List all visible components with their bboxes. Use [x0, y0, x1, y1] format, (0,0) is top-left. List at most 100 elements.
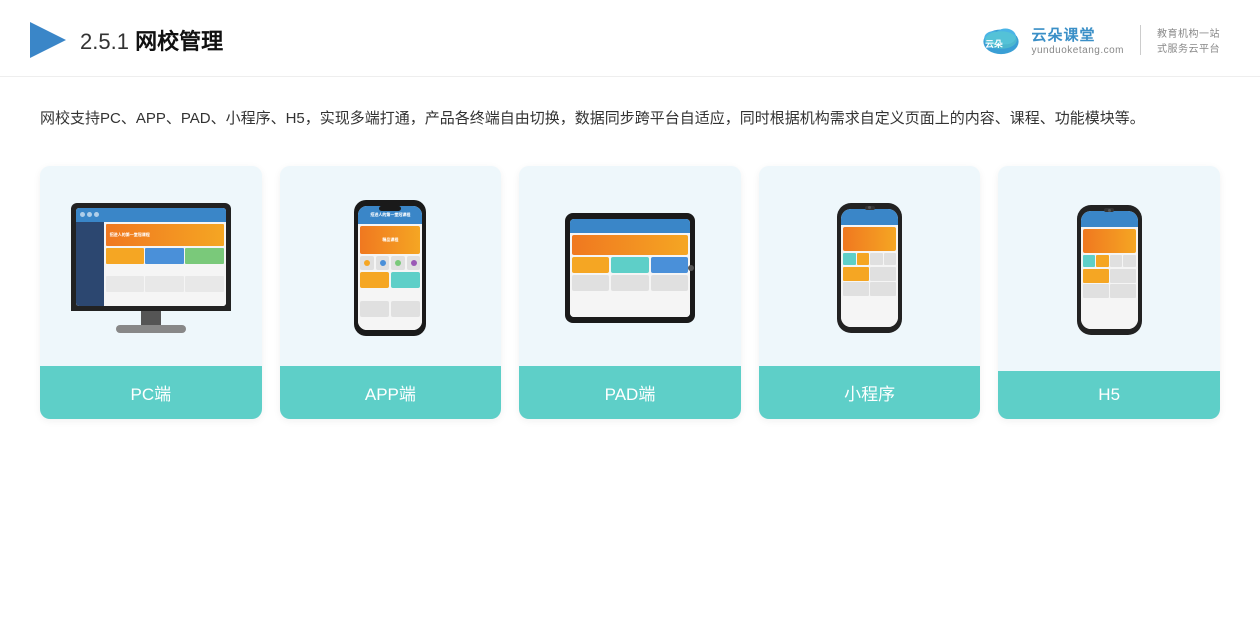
logo-icon: 云朵: [979, 18, 1023, 62]
ps-h5-icon-4: [1123, 255, 1136, 267]
ps-h5-card-3: [1083, 284, 1109, 298]
header-left: 2.5.1 网校管理: [30, 22, 223, 58]
h5-label: H5: [998, 371, 1220, 419]
app-image-area: 招进人的第一堂冠课程 精品课程: [280, 166, 502, 366]
monitor-card-1: [106, 248, 145, 264]
header: 2.5.1 网校管理 云朵 云朵课堂 yunduoketang.com 教育机构…: [0, 0, 1260, 77]
device-card-pad: PAD端: [519, 166, 741, 419]
ps-card-4: [870, 282, 896, 296]
monitor-screen: 招进人的第一堂冠课程: [76, 208, 226, 306]
phone-header-text-app: 招进人的第一堂冠课程: [370, 212, 410, 218]
ps-h5-icon-1: [1083, 255, 1096, 267]
phone-icons-app: [360, 256, 420, 270]
phone-body-content-app: 精品课程: [358, 224, 422, 330]
logo-tagline: 教育机构一站 式服务云平台: [1157, 25, 1220, 55]
tablet-item-3: [651, 257, 688, 273]
section-number: 2.5.1: [80, 29, 129, 54]
phone-notch-app: [379, 206, 401, 211]
tablet-item-4: [572, 275, 609, 291]
logo-area: 云朵 云朵课堂 yunduoketang.com 教育机构一站 式服务云平台: [979, 18, 1220, 62]
monitor-mockup: 招进人的第一堂冠课程: [71, 203, 231, 333]
phone-header-h5: [1081, 211, 1138, 227]
monitor-screen-top: [76, 208, 226, 222]
logo-url: yunduoketang.com: [1031, 45, 1124, 56]
phone-card-2: [391, 272, 420, 288]
pc-image-area: 招进人的第一堂冠课程: [40, 166, 262, 366]
description-text: 网校支持PC、APP、PAD、小程序、H5，实现多端打通，产品各终端自由切换，数…: [40, 105, 1220, 134]
tablet-body: [565, 213, 695, 323]
logo-text: 云朵课堂 yunduoketang.com: [1031, 24, 1124, 56]
phone-card-1: [360, 272, 389, 288]
phone-icon-2: [376, 256, 390, 270]
logo-divider: [1140, 25, 1141, 55]
phone-header-mini: [841, 209, 898, 225]
camera-dot-h5: [1108, 209, 1111, 212]
pad-label: PAD端: [519, 366, 741, 419]
tablet-item-6: [651, 275, 688, 291]
device-card-h5: H5: [998, 166, 1220, 419]
page-title: 2.5.1 网校管理: [80, 24, 223, 56]
ps-h5-icon-3: [1110, 255, 1123, 267]
main-content: 网校支持PC、APP、PAD、小程序、H5，实现多端打通，产品各终端自由切换，数…: [0, 77, 1260, 443]
phone-icon-1: [360, 256, 374, 270]
phone-banner-app: 精品课程: [360, 226, 420, 254]
phone-content-mini: [841, 225, 898, 327]
phone-card-4: [391, 301, 420, 317]
tablet-item-5: [611, 275, 648, 291]
page-container: 2.5.1 网校管理 云朵 云朵课堂 yunduoketang.com 教育机构…: [0, 0, 1260, 630]
app-label: APP端: [280, 366, 502, 419]
tablet-screen: [570, 219, 690, 317]
tagline-2: 式服务云平台: [1157, 40, 1220, 55]
phone-icon-4: [407, 256, 421, 270]
monitor-main: 招进人的第一堂冠课程: [104, 222, 226, 306]
brand-triangle-icon: [30, 22, 66, 58]
monitor-banner-text: 招进人的第一堂冠课程: [110, 232, 150, 238]
phone-mockup-app: 招进人的第一堂冠课程 精品课程: [354, 200, 426, 336]
device-card-pc: 招进人的第一堂冠课程: [40, 166, 262, 419]
ps-h5-card-1: [1083, 269, 1109, 283]
tablet-header: [570, 219, 690, 233]
monitor-base: [116, 325, 186, 333]
ps-banner-mini: [843, 227, 896, 251]
ps-card-2: [870, 267, 896, 281]
monitor-card-4: [106, 276, 145, 292]
logo-name: 云朵课堂: [1031, 24, 1095, 45]
ps-icon-2: [857, 253, 870, 265]
ps-icon-3: [870, 253, 883, 265]
ps-icons-h5: [1083, 255, 1136, 267]
monitor-card-5: [145, 276, 184, 292]
monitor-content: 招进人的第一堂冠课程: [76, 222, 226, 306]
device-card-miniapp: 小程序: [759, 166, 981, 419]
monitor-cards: [106, 248, 224, 304]
tablet-body-content: [570, 233, 690, 317]
tablet-item-2: [611, 257, 648, 273]
monitor-card-6: [185, 276, 224, 292]
ps-h5-card-2: [1110, 269, 1136, 283]
ps-cards-mini: [843, 267, 896, 296]
ps-banner-h5: [1083, 229, 1136, 253]
device-cards-row: 招进人的第一堂冠课程: [40, 166, 1220, 419]
section-title: 网校管理: [135, 29, 223, 54]
phone-icon-3: [391, 256, 405, 270]
miniapp-label: 小程序: [759, 366, 981, 419]
device-card-app: 招进人的第一堂冠课程 精品课程: [280, 166, 502, 419]
ps-icon-1: [843, 253, 856, 265]
phone-screen-app: 招进人的第一堂冠课程 精品课程: [358, 206, 422, 330]
monitor-banner: 招进人的第一堂冠课程: [106, 224, 224, 246]
tablet-grid: [572, 257, 688, 291]
ps-card-3: [843, 282, 869, 296]
phone-body-mini: [837, 203, 902, 333]
pad-image-area: [519, 166, 741, 366]
phone-screen-mini: [841, 209, 898, 327]
phone-mockup-h5: [1077, 205, 1142, 335]
tablet-mockup: [565, 213, 695, 323]
phone-body-h5: [1077, 205, 1142, 335]
tablet-home: [688, 265, 694, 271]
ps-card-1: [843, 267, 869, 281]
monitor-body: 招进人的第一堂冠课程: [71, 203, 231, 311]
svg-text:云朵: 云朵: [986, 39, 1004, 49]
ps-h5-icon-2: [1096, 255, 1109, 267]
phone-content-h5: [1081, 227, 1138, 329]
phone-mockup-mini: [837, 203, 902, 333]
phone-cards-app: [360, 272, 420, 328]
